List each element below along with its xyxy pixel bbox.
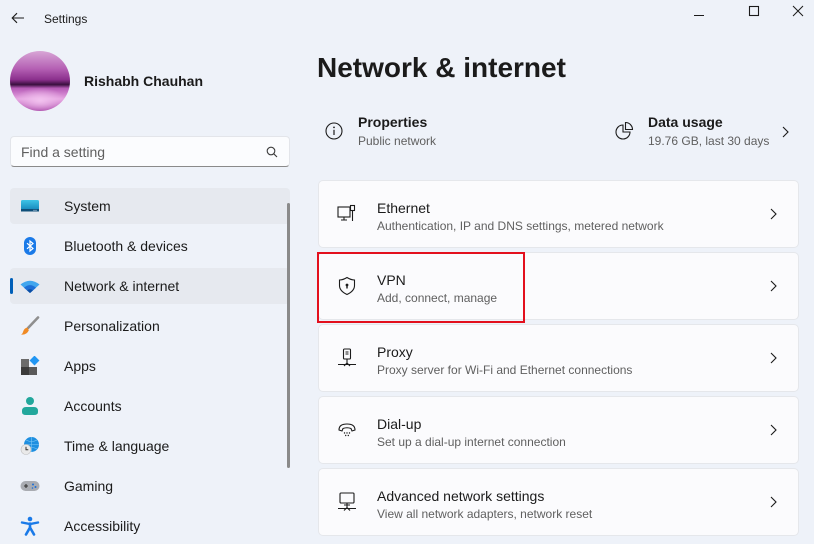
sidebar-item-system[interactable]: System xyxy=(10,188,290,224)
settings-list: Ethernet Authentication, IP and DNS sett… xyxy=(318,180,799,540)
card-title: Dial-up xyxy=(377,416,422,432)
back-arrow-icon xyxy=(11,12,24,24)
sidebar-item-accessibility[interactable]: Accessibility xyxy=(10,508,290,544)
sidebar-item-label: Personalization xyxy=(64,318,160,334)
user-profile[interactable]: Rishabh Chauhan xyxy=(10,51,203,111)
card-title: Proxy xyxy=(377,344,413,360)
info-icon xyxy=(324,121,344,141)
user-name: Rishabh Chauhan xyxy=(84,73,204,89)
chevron-right-icon xyxy=(768,495,778,514)
network-pc-icon xyxy=(337,492,357,512)
pie-chart-icon xyxy=(614,121,634,141)
title-bar: Settings xyxy=(0,0,814,38)
chevron-right-icon[interactable] xyxy=(780,125,790,144)
sidebar-item-time-language[interactable]: Time & language xyxy=(10,428,290,464)
page-title: Network & internet xyxy=(317,52,566,83)
sidebar-nav: System Bluetooth & devices Network & int… xyxy=(10,188,290,544)
sidebar-item-label: Time & language xyxy=(64,438,170,454)
card-subtitle: Add, connect, manage xyxy=(377,291,498,305)
gamepad-icon xyxy=(20,476,40,496)
vpn-card[interactable]: VPN Add, connect, manage xyxy=(318,252,799,320)
network-summary: Properties Public network Data usage 19.… xyxy=(318,112,798,158)
maximize-button[interactable] xyxy=(731,0,777,22)
properties-link[interactable]: Properties Public network xyxy=(324,112,436,150)
accessibility-icon xyxy=(20,516,40,536)
search-box xyxy=(10,136,290,167)
globe-clock-icon xyxy=(20,436,40,456)
card-title: Advanced network settings xyxy=(377,488,545,504)
app-title: Settings xyxy=(44,12,88,26)
bluetooth-icon xyxy=(20,236,40,256)
card-title: VPN xyxy=(377,272,406,288)
ethernet-card[interactable]: Ethernet Authentication, IP and DNS sett… xyxy=(318,180,799,248)
sidebar-item-label: Network & internet xyxy=(64,278,180,294)
minimize-icon xyxy=(694,15,704,16)
sidebar-item-network[interactable]: Network & internet xyxy=(10,268,290,304)
chevron-right-icon xyxy=(768,423,778,442)
card-subtitle: Authentication, IP and DNS settings, met… xyxy=(377,219,664,233)
sidebar-scrollbar[interactable] xyxy=(287,203,290,468)
sidebar-item-label: System xyxy=(64,198,111,214)
advanced-network-card[interactable]: Advanced network settings View all netwo… xyxy=(318,468,799,536)
card-subtitle: View all network adapters, network reset xyxy=(377,507,593,521)
proxy-icon xyxy=(337,348,357,368)
card-subtitle: Set up a dial-up internet connection xyxy=(377,435,566,449)
chevron-right-icon xyxy=(768,351,778,370)
data-usage-title: Data usage xyxy=(648,114,723,130)
wifi-icon xyxy=(20,276,40,296)
apps-icon xyxy=(20,356,40,376)
maximize-icon xyxy=(748,5,760,17)
card-title: Ethernet xyxy=(377,200,430,216)
search-input[interactable] xyxy=(21,143,265,160)
shield-icon xyxy=(337,276,357,296)
proxy-card[interactable]: Proxy Proxy server for Wi-Fi and Etherne… xyxy=(318,324,799,392)
sidebar-item-label: Apps xyxy=(64,358,96,374)
card-subtitle: Proxy server for Wi-Fi and Ethernet conn… xyxy=(377,363,633,377)
data-usage-link[interactable]: Data usage 19.76 GB, last 30 days xyxy=(614,112,769,150)
minimize-button[interactable] xyxy=(676,0,722,22)
system-icon xyxy=(20,196,40,216)
back-button[interactable] xyxy=(6,6,30,30)
sidebar-item-personalization[interactable]: Personalization xyxy=(10,308,290,344)
sidebar-item-accounts[interactable]: Accounts xyxy=(10,388,290,424)
phone-icon xyxy=(337,420,357,440)
sidebar-item-label: Gaming xyxy=(64,478,114,494)
dialup-card[interactable]: Dial-up Set up a dial-up internet connec… xyxy=(318,396,799,464)
search-icon[interactable] xyxy=(265,145,279,159)
sidebar-item-label: Accessibility xyxy=(64,518,141,534)
properties-subtitle: Public network xyxy=(358,134,437,148)
sidebar-item-gaming[interactable]: Gaming xyxy=(10,468,290,504)
properties-title: Properties xyxy=(358,114,428,130)
sidebar-item-label: Accounts xyxy=(64,398,122,414)
chevron-right-icon xyxy=(768,279,778,298)
avatar xyxy=(10,51,70,111)
person-icon xyxy=(20,396,40,416)
sidebar-item-apps[interactable]: Apps xyxy=(10,348,290,384)
ethernet-icon xyxy=(337,204,357,224)
chevron-right-icon xyxy=(768,207,778,226)
sidebar-item-bluetooth[interactable]: Bluetooth & devices xyxy=(10,228,290,264)
data-usage-subtitle: 19.76 GB, last 30 days xyxy=(648,134,770,148)
paintbrush-icon xyxy=(20,316,40,336)
sidebar-item-label: Bluetooth & devices xyxy=(64,238,188,254)
close-button[interactable] xyxy=(775,0,814,22)
close-icon xyxy=(792,5,804,17)
